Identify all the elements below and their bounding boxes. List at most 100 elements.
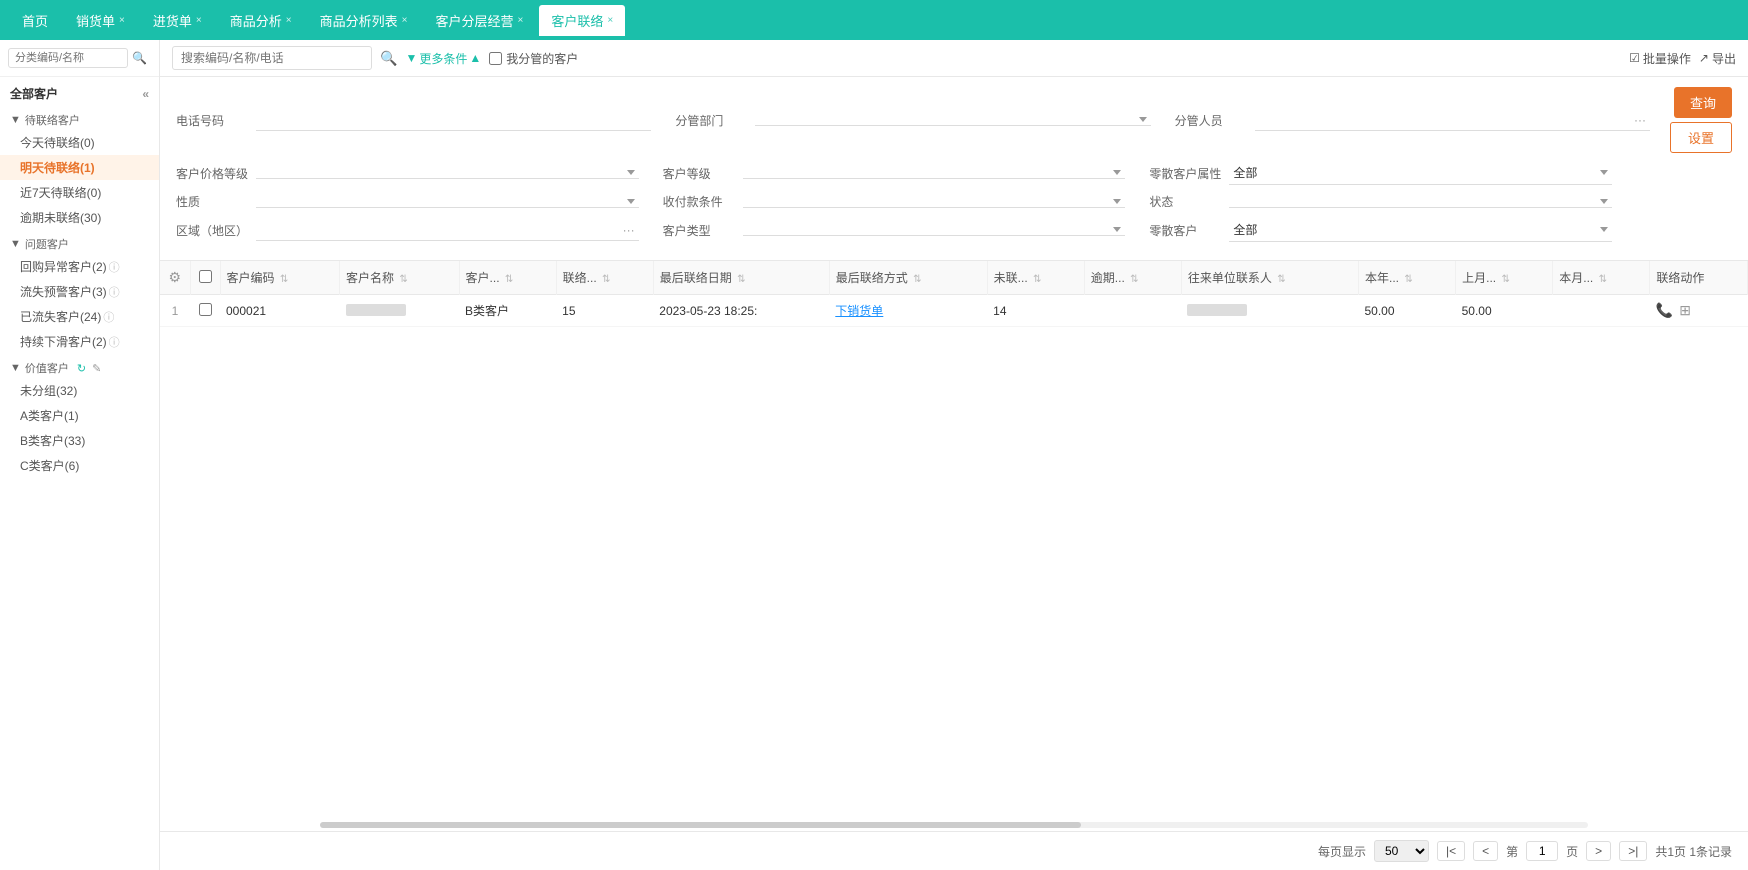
nav-product-analysis-list-close[interactable]: ×	[402, 15, 408, 26]
sidebar-item-declining[interactable]: 持续下滑客户(2) ⓘ	[0, 329, 159, 354]
nav-purchase-order-close[interactable]: ×	[196, 15, 202, 26]
sidebar-collapse-icon[interactable]: «	[142, 87, 149, 101]
action-more-icon[interactable]: ⊞	[1679, 302, 1691, 319]
filter-payment-select[interactable]	[743, 196, 1126, 208]
nav-home[interactable]: 首页	[10, 5, 60, 36]
sidebar-search-input[interactable]	[8, 48, 128, 68]
filter-area-label: 区域（地区）	[176, 222, 256, 239]
sidebar-search-icon[interactable]: 🔍	[132, 51, 147, 65]
footer-page-size-select[interactable]: 50 100	[1374, 840, 1429, 862]
sidebar-all-customers-header: 全部客户 «	[0, 77, 159, 106]
footer-page-input[interactable]	[1526, 841, 1558, 861]
nav-product-analysis[interactable]: 商品分析 ×	[218, 5, 304, 36]
nav-product-analysis-list[interactable]: 商品分析列表 ×	[308, 5, 420, 36]
sidebar-item-overdue-contact[interactable]: 逾期未联络(30)	[0, 205, 159, 230]
footer-total: 共1页 1条记录	[1655, 843, 1732, 860]
export-btn[interactable]: ↗ 导出	[1699, 50, 1736, 67]
sidebar-item-today-contact[interactable]: 今天待联络(0)	[0, 130, 159, 155]
th-code: 客户编码 ⇅	[220, 261, 340, 295]
nav-product-analysis-close[interactable]: ×	[286, 15, 292, 26]
sidebar-item-7days-contact[interactable]: 近7天待联络(0)	[0, 180, 159, 205]
my-customers-checkbox-label[interactable]: 我分管的客户	[489, 50, 578, 67]
info-icon-churn-warning: ⓘ	[109, 284, 120, 300]
scrollbar-thumb[interactable]	[320, 822, 1081, 828]
customers-table: ⚙ 客户编码 ⇅ 客户名称 ⇅	[160, 261, 1748, 327]
select-all-checkbox[interactable]	[199, 270, 212, 283]
table-area: ⚙ 客户编码 ⇅ 客户名称 ⇅	[160, 261, 1748, 819]
sort-contact-count-icon[interactable]: ⇅	[602, 274, 610, 285]
filter-customer-type-label: 客户类型	[663, 222, 743, 239]
edit-icon[interactable]: ✎	[92, 362, 101, 375]
filter-search-input[interactable]	[172, 46, 372, 70]
filter-cell-nature: 性质	[176, 193, 639, 210]
sort-overdue-icon[interactable]: ⇅	[1130, 274, 1138, 285]
filter-nature-select[interactable]	[256, 196, 639, 208]
gear-icon[interactable]: ⚙	[168, 269, 181, 285]
last-contact-method-link[interactable]: 下销货单	[835, 304, 883, 318]
query-button[interactable]: 查询	[1674, 87, 1732, 118]
nav-customer-segmentation-close[interactable]: ×	[517, 15, 523, 26]
action-phone-icon[interactable]: 📞	[1656, 302, 1673, 319]
sort-no-contact-icon[interactable]: ⇅	[1033, 274, 1041, 285]
footer-prev-page-btn[interactable]: <	[1473, 841, 1498, 861]
sort-name-icon[interactable]: ⇅	[399, 274, 407, 285]
nav-customer-contact[interactable]: 客户联络 ×	[539, 5, 625, 36]
refresh-icon[interactable]: ↻	[77, 362, 86, 375]
filter-retail-attr-select[interactable]: 全部	[1229, 161, 1612, 185]
more-conditions-btn[interactable]: ▼ 更多条件 ▲	[405, 50, 481, 67]
filter-price-level-select[interactable]	[256, 167, 639, 179]
footer-next-page-btn[interactable]: >	[1586, 841, 1611, 861]
filter-area-select[interactable]: ···	[256, 220, 639, 241]
info-icon-declining: ⓘ	[109, 334, 120, 350]
sidebar-item-churned[interactable]: 已流失客户(24) ⓘ	[0, 304, 159, 329]
filter-manager-select[interactable]: ···	[1255, 110, 1650, 131]
footer-last-page-btn[interactable]: >|	[1619, 841, 1647, 861]
filter-cell-retail-customer: 零散客户 全部	[1149, 218, 1612, 242]
sidebar-item-ungrouped[interactable]: 未分组(32)	[0, 378, 159, 403]
filter-retail-customer-select[interactable]: 全部	[1229, 218, 1612, 242]
sidebar-item-b-class[interactable]: B类客户(33)	[0, 428, 159, 453]
td-name	[340, 295, 460, 327]
sidebar-item-a-class[interactable]: A类客户(1)	[0, 403, 159, 428]
filter-phone-input[interactable]	[256, 110, 651, 131]
sort-this-month-icon[interactable]: ⇅	[1599, 274, 1607, 285]
sidebar-item-repurchase-abnormal[interactable]: 回购异常客户(2) ⓘ	[0, 254, 159, 279]
nav-customer-segmentation[interactable]: 客户分层经营 ×	[423, 5, 535, 36]
filter-customer-level-select[interactable]	[743, 167, 1126, 179]
sort-last-date-icon[interactable]: ⇅	[737, 274, 745, 285]
setting-button[interactable]: 设置	[1670, 122, 1732, 153]
my-customers-checkbox[interactable]	[489, 52, 502, 65]
batch-ops-btn[interactable]: ☑ 批量操作	[1629, 50, 1691, 67]
nav-sales-order[interactable]: 销货单 ×	[64, 5, 137, 36]
footer-page-size-label: 每页显示	[1318, 843, 1366, 860]
sort-last-method-icon[interactable]: ⇅	[913, 274, 921, 285]
sidebar-group-pending-contact: ▼ 待联络客户	[0, 106, 159, 130]
sort-code-icon[interactable]: ⇅	[280, 274, 288, 285]
filter-cell-manager: 分管人员 ···	[1175, 110, 1650, 131]
sort-last-month-icon[interactable]: ⇅	[1501, 274, 1509, 285]
export-icon: ↗	[1699, 51, 1709, 65]
scrollbar-track[interactable]	[320, 822, 1588, 828]
manager-dots-icon[interactable]: ···	[1634, 113, 1646, 127]
td-type: B类客户	[459, 295, 556, 327]
filter-manager-label: 分管人员	[1175, 112, 1255, 129]
filter-customer-type-select[interactable]	[743, 224, 1126, 236]
filter-status-select[interactable]	[1229, 196, 1612, 208]
area-dots-icon[interactable]: ···	[623, 223, 635, 237]
sort-type-icon[interactable]: ⇅	[505, 274, 513, 285]
sort-contact-person-icon[interactable]: ⇅	[1277, 274, 1285, 285]
filter-dept-select[interactable]	[755, 114, 1150, 126]
chevron-up-icon: ▲	[469, 51, 481, 65]
sidebar-item-tomorrow-contact[interactable]: 明天待联络(1)	[0, 155, 159, 180]
nav-customer-contact-close[interactable]: ×	[607, 15, 613, 26]
filter-row-3: 性质 收付款条件 状态	[176, 193, 1732, 210]
footer-first-page-btn[interactable]: |<	[1437, 841, 1465, 861]
filter-search-button[interactable]: 🔍	[380, 50, 397, 67]
nav-purchase-order[interactable]: 进货单 ×	[141, 5, 214, 36]
sidebar-item-c-class[interactable]: C类客户(6)	[0, 453, 159, 478]
row-checkbox[interactable]	[199, 303, 212, 316]
nav-sales-order-close[interactable]: ×	[119, 15, 125, 26]
sidebar-group-problem-customers-triangle: ▼	[10, 238, 21, 250]
sort-this-year-icon[interactable]: ⇅	[1404, 274, 1412, 285]
sidebar-item-churn-warning[interactable]: 流失预警客户(3) ⓘ	[0, 279, 159, 304]
